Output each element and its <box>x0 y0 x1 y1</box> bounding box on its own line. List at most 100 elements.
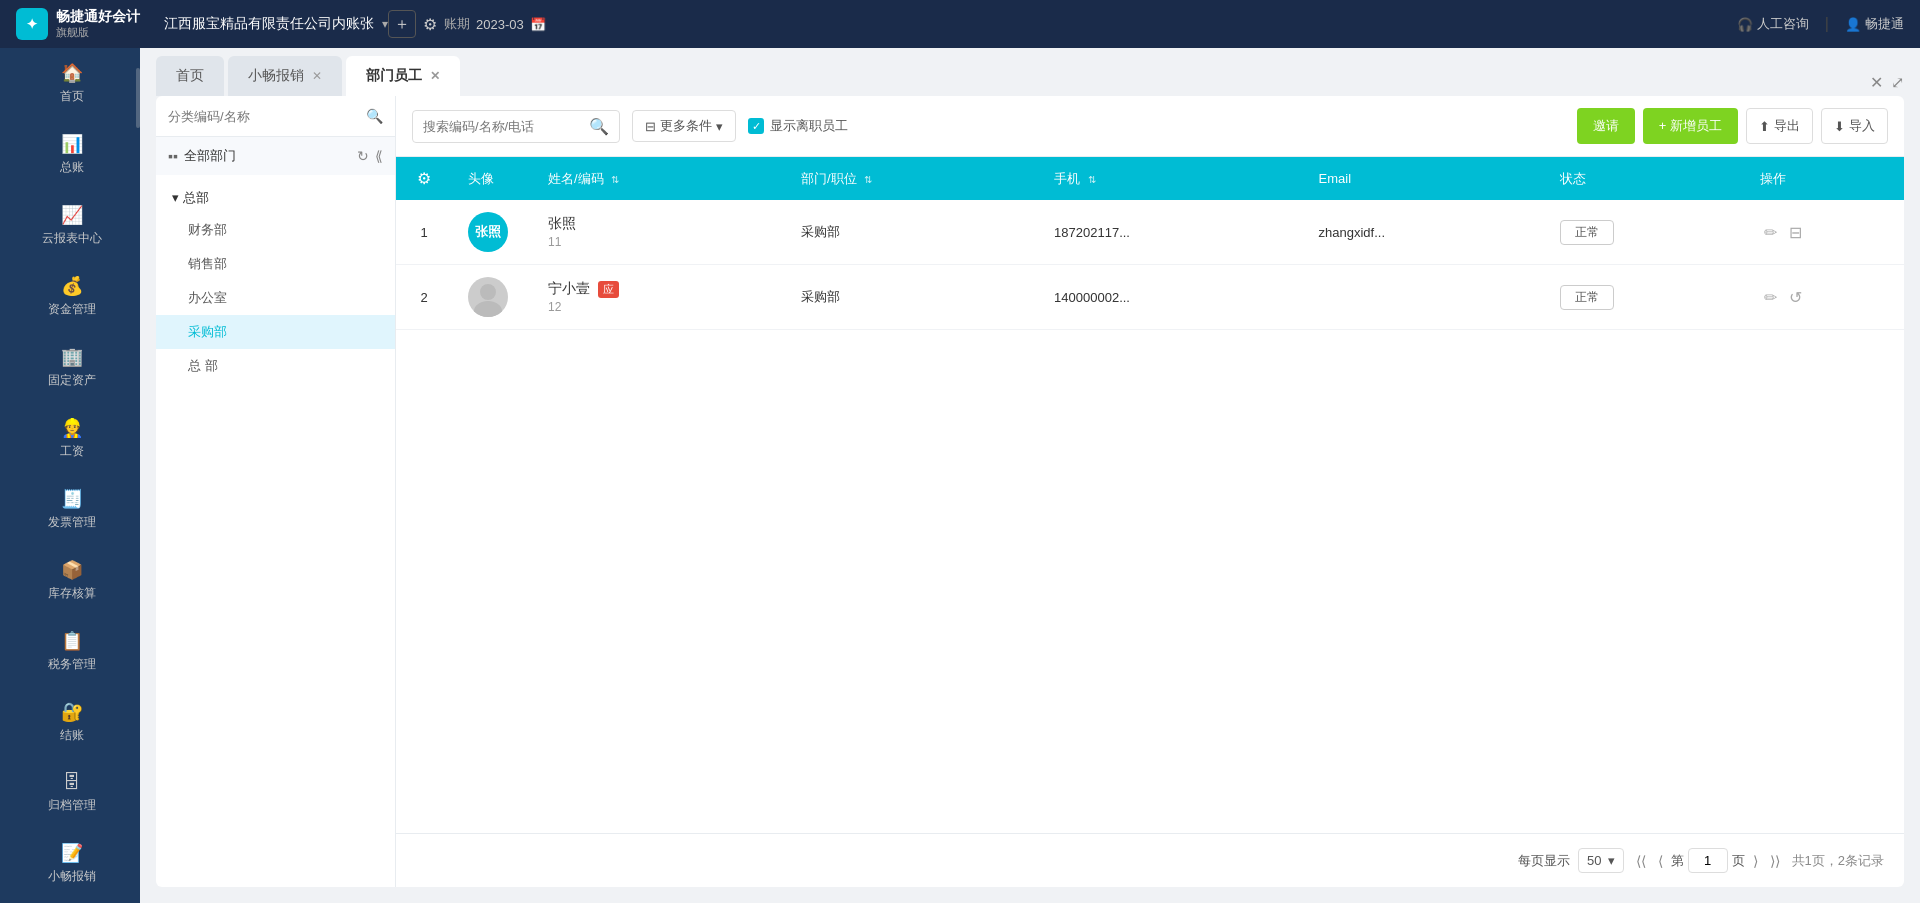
row-dept-2: 采购部 <box>785 265 1038 330</box>
add-tab-button[interactable]: ＋ <box>388 10 416 38</box>
col-status: 状态 <box>1544 157 1744 200</box>
account-period: 账期 2023-03 📅 <box>444 15 546 33</box>
dept-group-hq[interactable]: ▾ 总部 <box>156 183 395 213</box>
next-page-button[interactable]: ⟩ <box>1749 849 1762 873</box>
sidebar-item-payroll[interactable]: 👷 工资 <box>0 403 140 474</box>
filter-dropdown-icon: ▾ <box>716 119 723 134</box>
dept-grid-icon: ▪▪ <box>168 148 178 164</box>
employee-search-icon[interactable]: 🔍 <box>589 117 609 136</box>
sidebar-item-ledger[interactable]: 📊 总账 <box>0 119 140 190</box>
dept-header: ▪▪ 全部部门 ↻ ⟪ <box>156 137 395 175</box>
dept-tree: 🔍 ▪▪ 全部部门 ↻ ⟪ ▾ 总部 财务部 销售部 办公室 <box>156 96 396 887</box>
filter-button[interactable]: ⊟ 更多条件 ▾ <box>632 110 736 142</box>
toolbar-right: 邀请 + 新增员工 ⬆ 导出 ⬇ 导入 <box>1577 108 1888 144</box>
resigned-checkbox[interactable]: ✓ <box>748 118 764 134</box>
sidebar-item-inventory[interactable]: 📦 库存核算 <box>0 545 140 616</box>
dept-collapse-button[interactable]: ⟪ <box>375 148 383 164</box>
sidebar-item-basic-settings[interactable]: ⚙ 基础设置 <box>0 899 140 903</box>
ai-consult-button[interactable]: 🎧 人工咨询 <box>1737 15 1809 33</box>
dept-item-finance[interactable]: 财务部 <box>156 213 395 247</box>
main-layout: 🏠 首页 📊 总账 📈 云报表中心 💰 资金管理 🏢 固定资产 👷 工资 🧾 发… <box>0 48 1920 903</box>
sidebar-item-close[interactable]: 🔐 结账 <box>0 687 140 758</box>
edit-button-2[interactable]: ✏ <box>1764 288 1777 307</box>
dept-list: ▾ 总部 财务部 销售部 办公室 采购部 总 部 <box>156 175 395 391</box>
sidebar-scrollbar[interactable] <box>136 68 140 128</box>
row-avatar-2 <box>452 265 532 330</box>
dept-item-general-hq[interactable]: 总 部 <box>156 349 395 383</box>
tab-department[interactable]: 部门员工 ✕ <box>346 56 460 96</box>
employee-search-input[interactable] <box>423 119 583 134</box>
col-dept[interactable]: 部门/职位 ⇅ <box>785 157 1038 200</box>
page-size-select[interactable]: 50 ▾ <box>1578 848 1623 873</box>
page-input[interactable] <box>1688 848 1728 873</box>
close-window-button[interactable]: ✕ <box>1870 73 1883 92</box>
row-index-1: 1 <box>396 200 452 265</box>
first-page-button[interactable]: ⟨⟨ <box>1632 849 1650 873</box>
table-toolbar: 🔍 ⊟ 更多条件 ▾ ✓ 显示离职员工 邀请 + 新增员工 <box>396 96 1904 157</box>
header-settings-button[interactable]: ⚙ <box>416 10 444 38</box>
payroll-icon: 👷 <box>61 417 83 439</box>
dept-item-purchase[interactable]: 采购部 <box>156 315 395 349</box>
export-button[interactable]: ⬆ 导出 <box>1746 108 1813 144</box>
user-account-button[interactable]: 👤 畅捷通 <box>1845 15 1904 33</box>
show-resigned-toggle[interactable]: ✓ 显示离职员工 <box>748 117 848 135</box>
calendar-icon[interactable]: 📅 <box>530 17 546 32</box>
sidebar-item-funds[interactable]: 💰 资金管理 <box>0 261 140 332</box>
table-row: 2 宁小壹 <box>396 265 1904 330</box>
prev-page-button[interactable]: ⟨ <box>1654 849 1667 873</box>
expense-icon: 📝 <box>61 842 83 864</box>
page-size-dropdown-icon[interactable]: ▾ <box>1608 853 1615 868</box>
row-email-2 <box>1303 265 1544 330</box>
row-status-2: 正常 <box>1544 265 1744 330</box>
logout-button-1[interactable]: ⊟ <box>1789 223 1802 242</box>
employee-table: ⚙ 头像 姓名/编码 ⇅ 部门/职位 ⇅ 手机 ⇅ <box>396 157 1904 833</box>
tab-expense-close[interactable]: ✕ <box>312 69 322 83</box>
delete-button-2[interactable]: ↺ <box>1789 288 1802 307</box>
user-icon: 👤 <box>1845 17 1861 32</box>
import-button[interactable]: ⬇ 导入 <box>1821 108 1888 144</box>
content-area: 首页 小畅报销 ✕ 部门员工 ✕ ✕ ⤢ 🔍 <box>140 48 1920 903</box>
employee-search-box[interactable]: 🔍 <box>412 110 620 143</box>
tab-home[interactable]: 首页 <box>156 56 224 96</box>
filter-icon: ⊟ <box>645 119 656 134</box>
sidebar-item-home[interactable]: 🏠 首页 <box>0 48 140 119</box>
table-area: 🔍 ⊟ 更多条件 ▾ ✓ 显示离职员工 邀请 + 新增员工 <box>396 96 1904 887</box>
tab-window-actions: ✕ ⤢ <box>1870 73 1920 96</box>
last-page-button[interactable]: ⟩⟩ <box>1766 849 1784 873</box>
sidebar-item-reports[interactable]: 📈 云报表中心 <box>0 190 140 261</box>
add-employee-button[interactable]: + 新增员工 <box>1643 108 1738 144</box>
tab-department-close[interactable]: ✕ <box>430 69 440 83</box>
dept-search-icon[interactable]: 🔍 <box>366 108 383 124</box>
row-ops-2: ✏ ↺ <box>1744 265 1904 330</box>
row-status-1: 正常 <box>1544 200 1744 265</box>
col-avatar: 头像 <box>452 157 532 200</box>
row-mobile-2: 140000002... <box>1038 265 1302 330</box>
funds-icon: 💰 <box>61 275 83 297</box>
inventory-icon: 📦 <box>61 559 83 581</box>
sidebar-item-archive[interactable]: 🗄 归档管理 <box>0 758 140 828</box>
sidebar-item-tax[interactable]: 📋 税务管理 <box>0 616 140 687</box>
col-mobile[interactable]: 手机 ⇅ <box>1038 157 1302 200</box>
invoice-icon: 🧾 <box>61 488 83 510</box>
svg-point-1 <box>474 301 502 317</box>
column-settings-icon[interactable]: ⚙ <box>417 170 431 187</box>
dept-item-office[interactable]: 办公室 <box>156 281 395 315</box>
dept-refresh-button[interactable]: ↻ <box>357 148 369 164</box>
sidebar-item-invoice[interactable]: 🧾 发票管理 <box>0 474 140 545</box>
edit-button-1[interactable]: ✏ <box>1764 223 1777 242</box>
row-dept-1: 采购部 <box>785 200 1038 265</box>
company-selector[interactable]: 江西服宝精品有限责任公司内账张 ▾ <box>164 15 388 33</box>
row-ops-1: ✏ ⊟ <box>1744 200 1904 265</box>
dept-item-sales[interactable]: 销售部 <box>156 247 395 281</box>
sidebar-item-expense[interactable]: 📝 小畅报销 <box>0 828 140 899</box>
sidebar-item-assets[interactable]: 🏢 固定资产 <box>0 332 140 403</box>
row-name-code-1: 张照 11 <box>532 200 785 265</box>
tab-expense[interactable]: 小畅报销 ✕ <box>228 56 342 96</box>
tab-bar: 首页 小畅报销 ✕ 部门员工 ✕ ✕ ⤢ <box>140 48 1920 96</box>
maximize-window-button[interactable]: ⤢ <box>1891 73 1904 92</box>
row-index-2: 2 <box>396 265 452 330</box>
ledger-icon: 📊 <box>61 133 83 155</box>
invite-button[interactable]: 邀请 <box>1577 108 1635 144</box>
dept-search-input[interactable] <box>168 109 358 124</box>
col-name-code[interactable]: 姓名/编码 ⇅ <box>532 157 785 200</box>
